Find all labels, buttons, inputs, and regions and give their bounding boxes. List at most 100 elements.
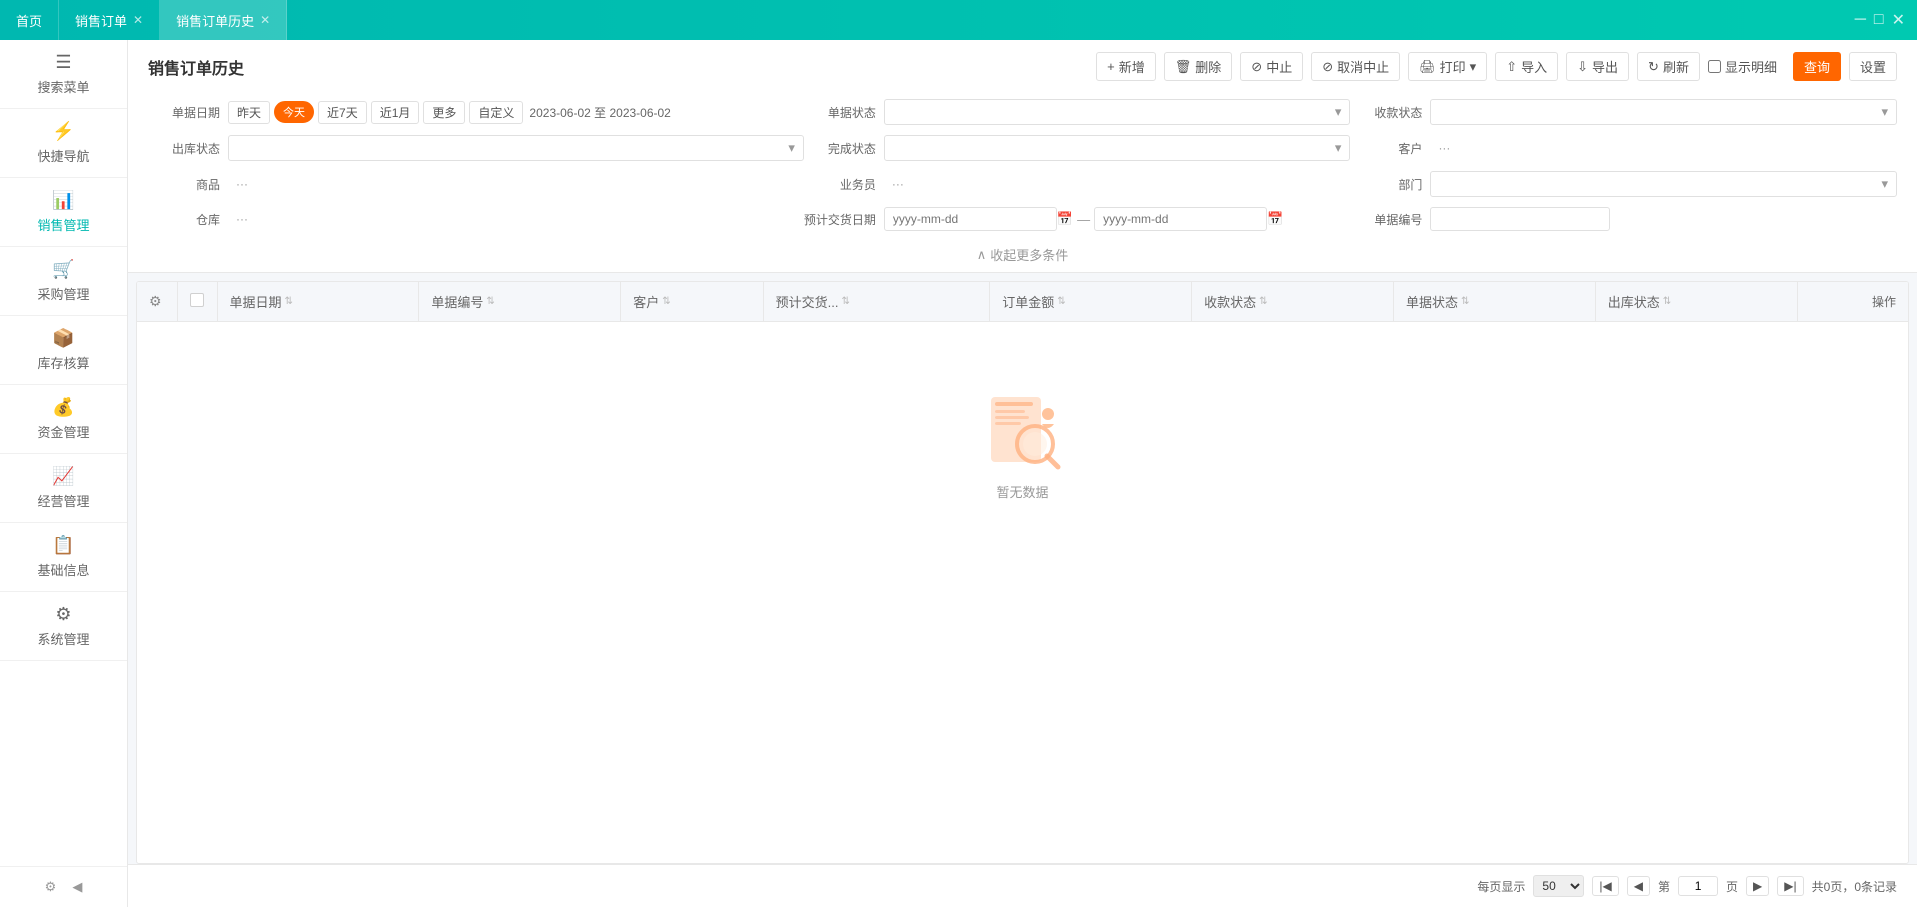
export-icon: ⇩ bbox=[1577, 59, 1588, 75]
collapse-up-icon: ∧ bbox=[977, 247, 987, 263]
dept-select[interactable]: ▾ bbox=[1430, 171, 1897, 197]
window-controls: ─ □ ✕ bbox=[1843, 10, 1917, 30]
today-btn[interactable]: 今天 bbox=[274, 101, 314, 123]
complete-label: 完成状态 bbox=[804, 140, 884, 157]
more-date-btn[interactable]: 更多 bbox=[423, 101, 465, 124]
filter-row-2: 出库状态 ▾ 完成状态 ▾ 客户 bbox=[148, 135, 1897, 161]
th-outbound-status[interactable]: 出库状态 ⇅ bbox=[1595, 282, 1797, 322]
filter-col-payment: 收款状态 ▾ bbox=[1350, 99, 1897, 125]
main-layout: ☰ 搜索菜单 ⚡ 快捷导航 📊 销售管理 🛒 采购管理 📦 库存核算 💰 资金管… bbox=[0, 40, 1917, 907]
display-detail-checkbox[interactable]: 显示明细 bbox=[1708, 57, 1777, 76]
delete-button[interactable]: 🗑 删除 bbox=[1164, 52, 1233, 81]
filter-col-status: 单据状态 ▾ bbox=[804, 99, 1351, 125]
empty-illustration bbox=[973, 382, 1073, 482]
delivery-sort-icon: ⇅ bbox=[842, 296, 850, 307]
status-select[interactable]: ▾ bbox=[884, 99, 1351, 125]
salesperson-label: 业务员 bbox=[804, 176, 884, 193]
cancel-stop-button[interactable]: ⊘ 取消中止 bbox=[1311, 52, 1400, 81]
maximize-icon[interactable]: □ bbox=[1874, 11, 1884, 29]
print-button[interactable]: 🖨 打印 ▾ bbox=[1408, 52, 1487, 81]
export-button[interactable]: ⇩ 导出 bbox=[1566, 52, 1629, 81]
customer-more[interactable]: ··· bbox=[1438, 141, 1450, 155]
sidebar-item-inventory[interactable]: 📦 库存核算 bbox=[0, 316, 127, 385]
th-customer[interactable]: 客户 ⇅ bbox=[621, 282, 763, 322]
query-button[interactable]: 查询 bbox=[1793, 52, 1841, 81]
sidebar-item-label: 经营管理 bbox=[37, 491, 89, 510]
settings-filter-button[interactable]: 设置 bbox=[1849, 52, 1897, 81]
table-container: ⚙ 单据日期 ⇅ 单据编号 bbox=[136, 281, 1909, 864]
date-range-text: 2023-06-02 至 2023-06-02 bbox=[529, 104, 670, 121]
custom-date-btn[interactable]: 自定义 bbox=[469, 101, 523, 124]
th-payment-status[interactable]: 收款状态 ⇅ bbox=[1192, 282, 1394, 322]
sidebar-item-quicknav[interactable]: ⚡ 快捷导航 bbox=[0, 109, 127, 178]
status-dropdown-icon: ▾ bbox=[1335, 104, 1342, 120]
sidebar-item-label: 库存核算 bbox=[37, 353, 89, 372]
sidebar-item-sales[interactable]: 📊 销售管理 bbox=[0, 178, 127, 247]
payment-select[interactable]: ▾ bbox=[1430, 99, 1897, 125]
total-records-text: 共0页，0条记录 bbox=[1812, 878, 1897, 895]
sidebar-bottom: ⚙ ◀ bbox=[0, 866, 127, 907]
delivery-end-input[interactable] bbox=[1094, 207, 1267, 231]
th-doc-status[interactable]: 单据状态 ⇅ bbox=[1393, 282, 1595, 322]
close-tab-sales-order[interactable]: ✕ bbox=[133, 13, 143, 27]
filter-row-3: 商品 ··· 业务员 ··· 部门 ▾ bbox=[148, 171, 1897, 197]
import-icon: ⇧ bbox=[1506, 59, 1517, 75]
goods-more[interactable]: ··· bbox=[236, 177, 248, 191]
sidebar-item-finance[interactable]: 💰 资金管理 bbox=[0, 385, 127, 454]
sidebar-item-purchase[interactable]: 🛒 采购管理 bbox=[0, 247, 127, 316]
sidebar-item-basic[interactable]: 📋 基础信息 bbox=[0, 523, 127, 592]
page-number-input[interactable] bbox=[1678, 876, 1718, 896]
content-area: 销售订单历史 + 新增 🗑 删除 ⊘ 中止 ⊘ bbox=[128, 40, 1917, 907]
display-detail-input[interactable] bbox=[1708, 60, 1721, 73]
table-settings-icon[interactable]: ⚙ bbox=[149, 293, 162, 309]
collapse-sidebar-icon[interactable]: ◀ bbox=[72, 879, 82, 895]
th-amount[interactable]: 订单金额 ⇅ bbox=[990, 282, 1192, 322]
close-window-icon[interactable]: ✕ bbox=[1892, 10, 1905, 30]
th-docno[interactable]: 单据编号 ⇅ bbox=[419, 282, 621, 322]
page-title: 销售订单历史 bbox=[148, 55, 244, 79]
month-btn[interactable]: 近1月 bbox=[371, 101, 420, 124]
outbound-select[interactable]: ▾ bbox=[228, 135, 804, 161]
print-icon: 🖨 bbox=[1419, 59, 1436, 75]
amount-sort-icon: ⇅ bbox=[1057, 296, 1065, 307]
th-checkbox[interactable] bbox=[177, 282, 217, 322]
system-icon: ⚙ bbox=[55, 604, 71, 625]
settings-bottom-icon[interactable]: ⚙ bbox=[45, 879, 57, 895]
th-settings[interactable]: ⚙ bbox=[137, 282, 177, 322]
toolbar-actions: + 新增 🗑 删除 ⊘ 中止 ⊘ 取消中止 bbox=[1096, 52, 1897, 81]
week-btn[interactable]: 近7天 bbox=[318, 101, 367, 124]
sidebar-item-system[interactable]: ⚙ 系统管理 bbox=[0, 592, 127, 661]
tab-sales-order[interactable]: 销售订单 ✕ bbox=[59, 0, 160, 40]
th-delivery[interactable]: 预计交货... ⇅ bbox=[763, 282, 990, 322]
page-size-select[interactable]: 50 100 200 bbox=[1533, 875, 1584, 897]
select-all-checkbox[interactable] bbox=[190, 293, 204, 307]
warehouse-more[interactable]: ··· bbox=[236, 212, 248, 226]
tab-sales-order-history[interactable]: 销售订单历史 ✕ bbox=[160, 0, 287, 40]
close-tab-sales-order-history[interactable]: ✕ bbox=[260, 13, 270, 27]
salesperson-more[interactable]: ··· bbox=[892, 177, 904, 191]
sidebar-item-search[interactable]: ☰ 搜索菜单 bbox=[0, 40, 127, 109]
delivery-start-input[interactable] bbox=[884, 207, 1057, 231]
last-page-btn[interactable]: ▶| bbox=[1777, 876, 1803, 896]
customer-sort-icon: ⇅ bbox=[662, 296, 670, 307]
refresh-button[interactable]: ↻ 刷新 bbox=[1637, 52, 1700, 81]
docno-input[interactable] bbox=[1430, 207, 1610, 231]
tab-home[interactable]: 销售订单历史 首页 bbox=[0, 0, 59, 40]
first-page-btn[interactable]: |◀ bbox=[1592, 876, 1618, 896]
new-button[interactable]: + 新增 bbox=[1096, 52, 1156, 81]
collapse-more-btn[interactable]: ∧ 收起更多条件 bbox=[148, 241, 1897, 272]
table-body: 暂无数据 bbox=[137, 322, 1908, 562]
prev-page-btn[interactable]: ◀ bbox=[1627, 876, 1650, 896]
filter-col-delivery: 预计交货日期 📅 — 📅 bbox=[804, 207, 1351, 231]
minimize-icon[interactable]: ─ bbox=[1855, 11, 1866, 29]
yesterday-btn[interactable]: 昨天 bbox=[228, 101, 270, 124]
th-date[interactable]: 单据日期 ⇅ bbox=[217, 282, 419, 322]
sidebar-item-operations[interactable]: 📈 经营管理 bbox=[0, 454, 127, 523]
delivery-start-calendar[interactable]: 📅 bbox=[1057, 211, 1073, 227]
next-page-btn[interactable]: ▶ bbox=[1746, 876, 1769, 896]
delivery-end-calendar[interactable]: 📅 bbox=[1267, 211, 1283, 227]
page-title-row: 销售订单历史 + 新增 🗑 删除 ⊘ 中止 ⊘ bbox=[148, 52, 1897, 81]
stop-button[interactable]: ⊘ 中止 bbox=[1240, 52, 1303, 81]
complete-select[interactable]: ▾ bbox=[884, 135, 1351, 161]
import-button[interactable]: ⇧ 导入 bbox=[1495, 52, 1558, 81]
